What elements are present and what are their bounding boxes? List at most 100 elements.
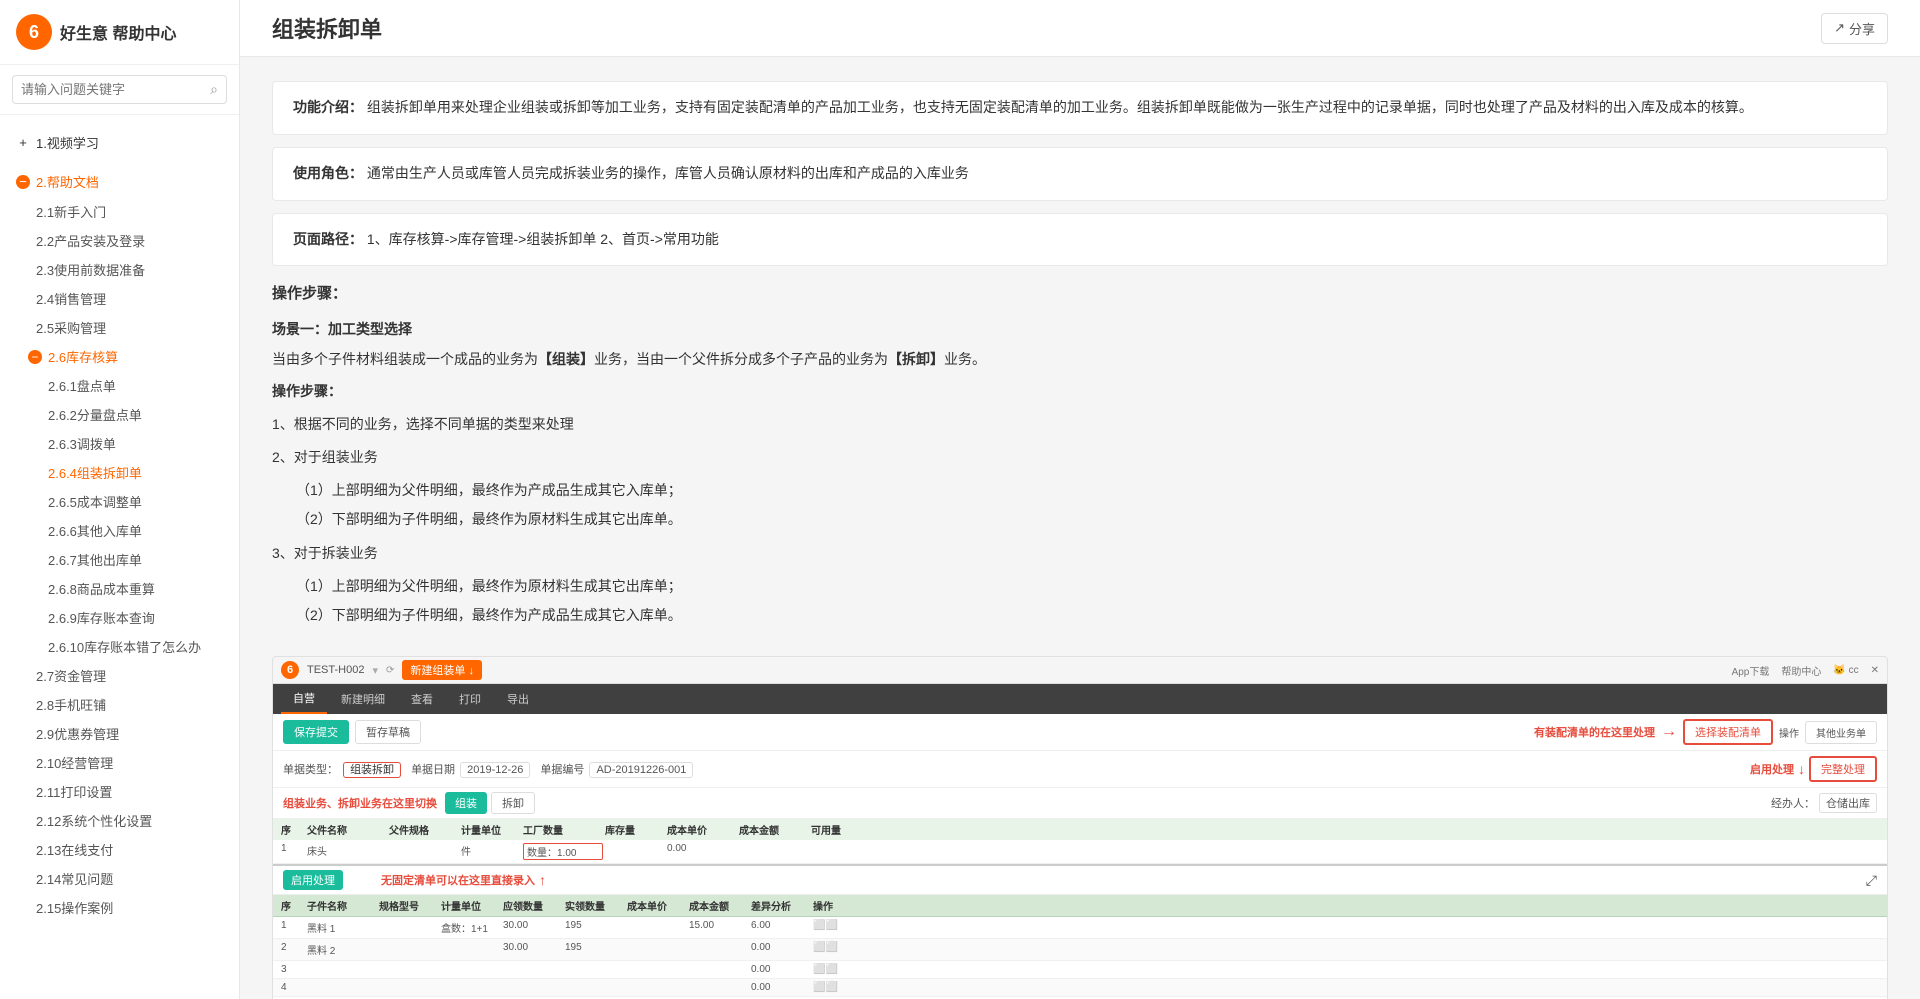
search-area: ⌕ [0,65,239,115]
search-icon[interactable]: ⌕ [210,81,218,98]
sidebar-item-transfer[interactable]: 2.6.3调拨单 [0,429,239,458]
mock-lower-row-4: 40.00⬜⬜ [273,979,1887,997]
mock-save-btn[interactable]: 保存提交 [283,720,349,744]
main-content: 组装拆卸单 ↗ 分享 功能介绍： 组装拆卸单用来处理企业组装或拆卸等加工业务，支… [240,0,1920,999]
sidebar-item-stocktake[interactable]: 2.6.1盘点单 [0,371,239,400]
intro-block-2: 使用角色： 通常由生产人员或库管人员完成拆装业务的操作，库管人员确认原材料的出库… [272,147,1888,201]
sidebar-item-sales[interactable]: 2.4销售管理 [0,284,239,313]
sidebar-item-ops-mgmt[interactable]: 2.10经营管理 [0,748,239,777]
sidebar-item-partial-stocktake[interactable]: 2.6.2分量盘点单 [0,400,239,429]
ops-header: 操作步骤： [272,282,1888,303]
nav-tree: 1.视频学习 2.帮助文档 2.1新手入门 2.2产品安装及登录 2.3使用前数… [0,115,239,999]
mock-date-val: 2019-12-26 [460,762,530,778]
mock-upper-row1: 1 床头 件 数量：1.00 0.00 [273,840,1887,864]
search-input[interactable] [21,82,210,97]
sidebar-item-online-pay[interactable]: 2.13在线支付 [0,835,239,864]
mock-lower-row-3: 30.00⬜⬜ [273,961,1887,979]
mock-help: 帮助中心 [1781,663,1821,678]
step1: 1、根据不同的业务，选择不同单据的类型来处理 [272,412,1888,437]
sidebar-item-inventory-error[interactable]: 2.6.10库存账本错了怎么办 [0,632,239,661]
mock-type-row: 组装业务、拆卸业务在这里切换 组装 拆卸 经办人： 仓储出库 [273,788,1887,819]
share-icon: ↗ [1834,20,1845,36]
step3: 3、对于拆装业务 [272,541,1888,566]
mock-tab-disassembly[interactable]: 拆卸 [491,792,535,814]
sidebar-item-other-out[interactable]: 2.6.7其他出库单 [0,545,239,574]
mock-lower-header: 序 子件名称 规格型号 计量单位 应领数量 实领数量 成本单价 成本金额 差异分… [273,895,1887,917]
sidebar-item-inventory-query[interactable]: 2.6.9库存账本查询 [0,603,239,632]
step3-sub1: （1）上部明细为父件明细，最终作为原材料生成其它出库单； [296,574,1888,599]
mock-lower-section-header: 启用处理 无固定清单可以在这里直接录入 ↑ ⤢ [273,866,1887,895]
logo-area: 6 好生意 帮助中心 [0,0,239,65]
mock-upper-h1: 父件名称 [307,822,387,837]
sidebar-item-faq[interactable]: 2.14常见问题 [0,864,239,893]
mock-nav-print[interactable]: 打印 [447,685,493,713]
mock-lower-table: 序 子件名称 规格型号 计量单位 应领数量 实领数量 成本单价 成本金额 差异分… [273,895,1887,999]
sidebar-item-print[interactable]: 2.11打印设置 [0,777,239,806]
mock-doc-no-val: AD-20191226-001 [589,762,693,778]
sidebar-item-assembly[interactable]: 2.6.4组装拆卸单 [0,458,239,487]
sidebar-item-inventory[interactable]: 2.6库存核算 [0,342,239,371]
step3-sub2: （2）下部明细为子件明细，最终作为产成品生成其它入库单。 [296,603,1888,628]
mock-lower-ann-text: 无固定清单可以在这里直接录入 [381,872,535,888]
mock-store-id: TEST-H002 [307,664,364,676]
sidebar-item-video[interactable]: 1.视频学习 [0,127,239,158]
sidebar-item-mobile[interactable]: 2.8手机旺铺 [0,690,239,719]
mock-app-download: App下载 [1732,663,1770,678]
steps-label: 操作步骤： [272,379,1888,404]
mock-process-section: 启用处理 ↓ 完整处理 [1750,756,1877,782]
mock-upper-h4: 工厂数量 [523,822,603,837]
mock-expand-icon: ⤢ [1866,872,1877,888]
intro-block-1: 功能介绍： 组装拆卸单用来处理企业组装或拆卸等加工业务，支持有固定装配清单的产品… [272,81,1888,135]
mock-process-annotation: 启用处理 [1750,761,1794,777]
mock-order-type-field: 单据类型： 组装拆卸 [283,761,401,777]
mock-complete-process-btn[interactable]: 完整处理 [1809,756,1877,782]
logo-text: 好生意 帮助中心 [60,20,176,44]
share-button[interactable]: ↗ 分享 [1821,13,1888,44]
mock-tab-assembly[interactable]: 组装 [445,792,487,814]
top-bar: 组装拆卸单 ↗ 分享 [240,0,1920,57]
mock-lower-row-1: 1 黑料 1 盒数：1+1 30.00 195 15.00 6.00 ⬜⬜ [273,917,1887,939]
mock-person-val: 仓储出库 [1819,793,1877,813]
sidebar-item-cost-recalc[interactable]: 2.6.8商品成本重算 [0,574,239,603]
mock-nav-export[interactable]: 导出 [495,685,541,713]
mock-dropdown-icon: ▾ [372,664,378,677]
mock-draft-btn[interactable]: 暂存草稿 [355,720,421,744]
mock-type-label: 组装业务、拆卸业务在这里切换 [283,795,437,811]
mock-nav-new[interactable]: 新建明细 [329,685,397,713]
mock-user: 🐱 cc [1833,665,1858,676]
mock-arrow-right: → [1661,723,1677,741]
sidebar-item-finance[interactable]: 2.7资金管理 [0,661,239,690]
sidebar-item-coupon[interactable]: 2.9优惠券管理 [0,719,239,748]
intro2-label: 使用角色： [293,165,363,181]
mock-lower-icon[interactable]: ⤢ [1866,872,1877,889]
sidebar-item-data-prep[interactable]: 2.3使用前数据准备 [0,255,239,284]
mock-bom-annotation: 有装配清单的在这里处理 [1534,724,1655,740]
mock-nav-bar: 自营 新建明细 查看 打印 导出 [273,684,1887,714]
sidebar-item-other-in[interactable]: 2.6.6其他入库单 [0,516,239,545]
mock-other-action-btn[interactable]: 其他业务单 [1805,721,1877,744]
mock-select-bom-btn[interactable]: 选择装配清单 [1683,719,1773,745]
sidebar-item-cost-adjust[interactable]: 2.6.5成本调整单 [0,487,239,516]
nav-section-1: 1.视频学习 [0,123,239,162]
mock-nav-view[interactable]: 查看 [399,685,445,713]
intro1-label: 功能介绍： [293,99,363,115]
mock-lower-label: 启用处理 [283,870,343,890]
sidebar-item-customization[interactable]: 2.12系统个性化设置 [0,806,239,835]
sidebar-item-help-docs[interactable]: 2.帮助文档 [0,166,239,197]
mock-close-icon[interactable]: ✕ [1871,665,1879,676]
search-box[interactable]: ⌕ [12,75,227,104]
sidebar-item-newbie[interactable]: 2.1新手入门 [0,197,239,226]
mock-upper-h8: 可用量 [811,822,871,837]
mock-upper-table: 序 父件名称 父件规格 计量单位 工厂数量 库存量 成本单价 成本金额 可用量 … [273,819,1887,866]
mock-upper-h3: 计量单位 [461,822,521,837]
mock-form-row: 单据类型： 组装拆卸 单据日期 2019-12-26 单据编号 AD-20191… [273,751,1887,788]
sidebar-item-cases[interactable]: 2.15操作案例 [0,893,239,922]
mock-lower-annotation: 无固定清单可以在这里直接录入 ↑ [381,872,546,888]
mock-type-annotation: 组装业务、拆卸业务在这里切换 [283,795,437,811]
nav-children-2: 2.1新手入门 2.2产品安装及登录 2.3使用前数据准备 2.4销售管理 2.… [0,197,239,922]
sidebar-item-purchase[interactable]: 2.5采购管理 [0,313,239,342]
mock-new-order-btn[interactable]: 新建组装单 ↓ [402,660,482,680]
mock-nav-ziying[interactable]: 自营 [281,684,327,714]
sidebar-item-install[interactable]: 2.2产品安装及登录 [0,226,239,255]
intro2-text: 通常由生产人员或库管人员完成拆装业务的操作，库管人员确认原材料的出库和产成品的入… [367,165,969,181]
